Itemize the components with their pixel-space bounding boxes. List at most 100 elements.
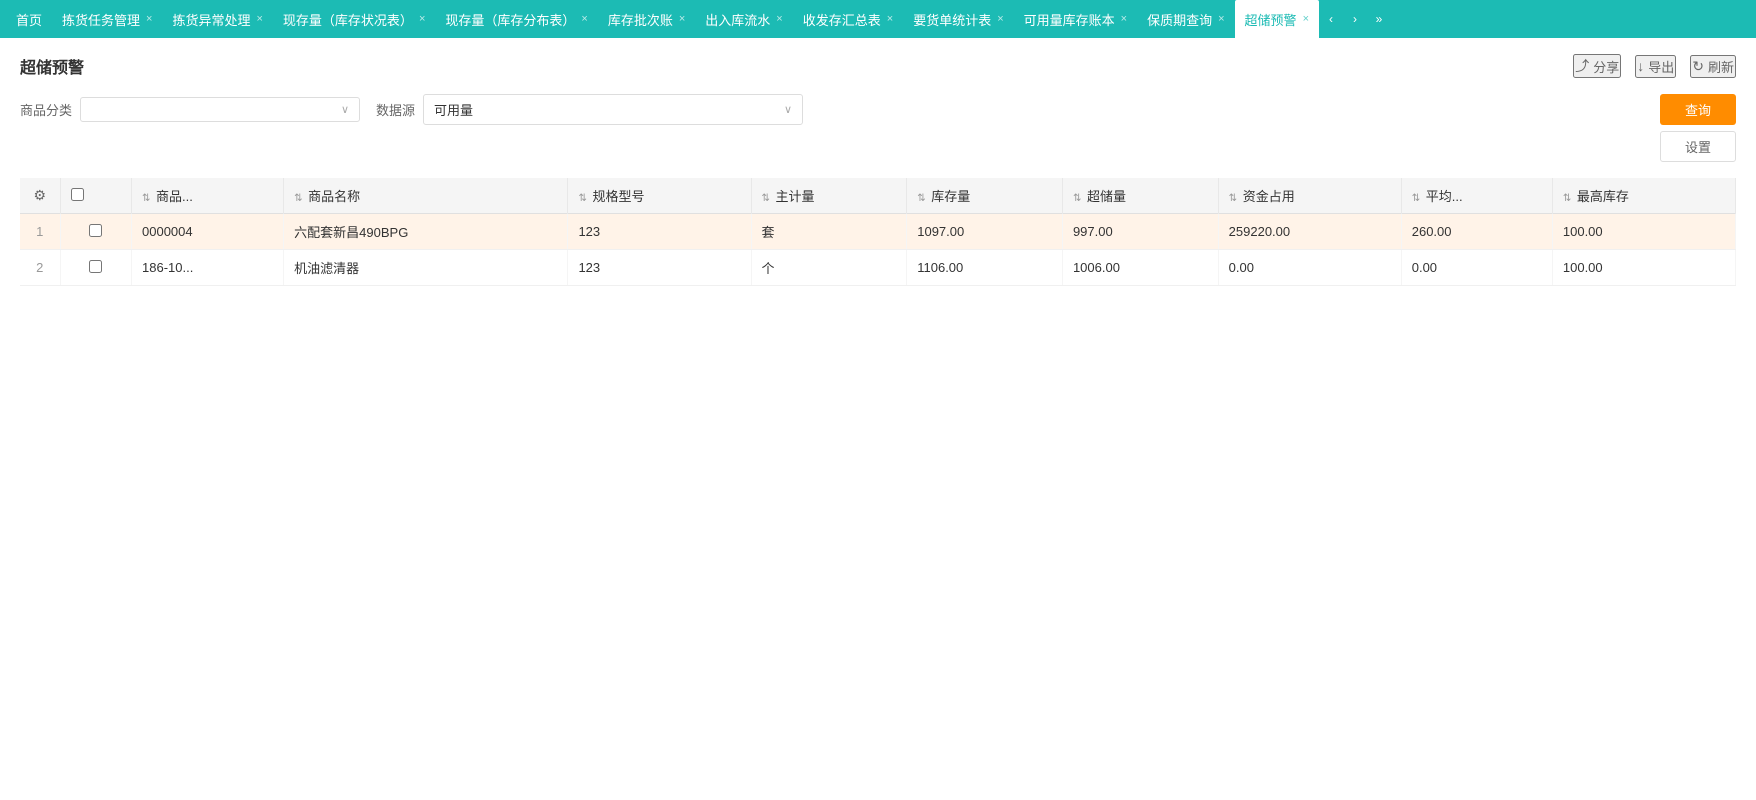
gear-button[interactable]: ⚙ (33, 187, 46, 204)
filters-row: 商品分类 ∨ 数据源 可用量 ∨ 查询 设置 (20, 94, 1736, 162)
row-checkbox-cell (60, 250, 132, 286)
data-table: ⚙ ⇅ 商品... ⇅ 商品名称 ⇅ 规格型号 ⇅ (20, 178, 1736, 286)
header-actions: ⤴ 分享 ↓ 导出 ↻ 刷新 (1573, 54, 1736, 78)
page-title: 超储预警 (20, 54, 84, 78)
sort-icon-capital: ⇅ (1229, 193, 1237, 204)
nav-pick-task[interactable]: 拣货任务管理 × (52, 0, 162, 38)
row-overflow: 997.00 (1062, 214, 1218, 250)
sort-icon-overflow: ⇅ (1073, 193, 1081, 204)
row-product-code: 0000004 (132, 214, 284, 250)
datasource-chevron-icon: ∨ (784, 103, 792, 116)
row-max-stock: 100.00 (1552, 250, 1735, 286)
col-capital[interactable]: ⇅ 资金占用 (1218, 178, 1401, 214)
table-row: 1 0000004 六配套新昌490BPG 123 套 1097.00 997.… (20, 214, 1736, 250)
row-stock: 1097.00 (907, 214, 1063, 250)
row-num: 1 (20, 214, 60, 250)
row-capital: 0.00 (1218, 250, 1401, 286)
sort-icon-max: ⇅ (1563, 193, 1571, 204)
sort-icon-avg: ⇅ (1412, 193, 1420, 204)
nav-home[interactable]: 首页 (6, 0, 52, 38)
nav-close-expiry[interactable]: × (1218, 13, 1224, 25)
col-stock[interactable]: ⇅ 库存量 (907, 178, 1063, 214)
row-product-name: 六配套新昌490BPG (284, 214, 568, 250)
sort-icon: ⇅ (142, 193, 150, 204)
category-filter-group: 商品分类 ∨ (20, 97, 360, 122)
sort-icon-stock: ⇅ (917, 193, 925, 204)
col-overflow[interactable]: ⇅ 超储量 (1062, 178, 1218, 214)
col-checkbox (60, 178, 132, 214)
datasource-select[interactable]: 可用量 ∨ (423, 94, 803, 125)
share-button[interactable]: ⤴ 分享 (1573, 54, 1621, 78)
nav-pick-exception[interactable]: 拣货异常处理 × (162, 0, 272, 38)
category-label: 商品分类 (20, 100, 72, 119)
category-chevron-icon: ∨ (341, 103, 349, 116)
row-checkbox[interactable] (89, 224, 102, 237)
nav-available-stock[interactable]: 可用量库存账本 × (1014, 0, 1137, 38)
settings-button[interactable]: 设置 (1660, 131, 1736, 162)
nav-close-batch-account[interactable]: × (679, 13, 685, 25)
nav-close-available-stock[interactable]: × (1121, 13, 1127, 25)
row-avg: 0.00 (1401, 250, 1552, 286)
top-nav: 首页 拣货任务管理 × 拣货异常处理 × 现存量（库存状况表） × 现存量（库存… (0, 0, 1756, 38)
nav-overstock[interactable]: 超储预警 × (1235, 0, 1319, 38)
export-icon: ↓ (1637, 58, 1644, 74)
col-product-name[interactable]: ⇅ 商品名称 (284, 178, 568, 214)
sort-icon-unit: ⇅ (762, 193, 770, 204)
nav-stock-status[interactable]: 现存量（库存状况表） × (273, 0, 435, 38)
nav-order-stats[interactable]: 要货单统计表 × (903, 0, 1013, 38)
query-button[interactable]: 查询 (1660, 94, 1736, 125)
col-gear: ⚙ (20, 178, 60, 214)
col-spec[interactable]: ⇅ 规格型号 (568, 178, 751, 214)
row-spec: 123 (568, 250, 751, 286)
nav-close-order-stats[interactable]: × (997, 13, 1003, 25)
nav-close-pick-task[interactable]: × (146, 13, 152, 25)
nav-close-pick-exception[interactable]: × (256, 13, 262, 25)
nav-close-stock-dist[interactable]: × (581, 13, 587, 25)
filters-left: 商品分类 ∨ 数据源 可用量 ∨ (20, 94, 1640, 125)
table-header-row: ⚙ ⇅ 商品... ⇅ 商品名称 ⇅ 规格型号 ⇅ (20, 178, 1736, 214)
nav-flow[interactable]: 出入库流水 × (695, 0, 792, 38)
datasource-label: 数据源 (376, 100, 415, 119)
nav-arrow-left[interactable]: ‹ (1319, 0, 1343, 38)
row-num: 2 (20, 250, 60, 286)
select-all-checkbox[interactable] (71, 188, 84, 201)
col-unit[interactable]: ⇅ 主计量 (751, 178, 907, 214)
page-header: 超储预警 ⤴ 分享 ↓ 导出 ↻ 刷新 (20, 54, 1736, 78)
row-product-name: 机油滤清器 (284, 250, 568, 286)
nav-expiry[interactable]: 保质期查询 × (1137, 0, 1234, 38)
nav-arrow-more[interactable]: » (1367, 0, 1391, 38)
table-row: 2 186-10... 机油滤清器 123 个 1106.00 1006.00 … (20, 250, 1736, 286)
nav-close-overstock[interactable]: × (1303, 13, 1309, 25)
sort-icon-name: ⇅ (294, 193, 302, 204)
row-capital: 259220.00 (1218, 214, 1401, 250)
category-select[interactable]: ∨ (80, 97, 360, 122)
row-product-code: 186-10... (132, 250, 284, 286)
export-button[interactable]: ↓ 导出 (1635, 55, 1676, 78)
row-unit: 个 (751, 250, 907, 286)
row-overflow: 1006.00 (1062, 250, 1218, 286)
row-unit: 套 (751, 214, 907, 250)
page-container: 超储预警 ⤴ 分享 ↓ 导出 ↻ 刷新 商品分类 ∨ (0, 38, 1756, 800)
nav-close-flow[interactable]: × (776, 13, 782, 25)
row-checkbox-cell (60, 214, 132, 250)
sort-icon-spec: ⇅ (578, 193, 586, 204)
share-icon: ⤴ (1575, 56, 1589, 76)
datasource-value: 可用量 (434, 100, 473, 119)
row-spec: 123 (568, 214, 751, 250)
refresh-icon: ↻ (1692, 58, 1704, 75)
nav-batch-account[interactable]: 库存批次账 × (598, 0, 695, 38)
row-max-stock: 100.00 (1552, 214, 1735, 250)
row-stock: 1106.00 (907, 250, 1063, 286)
nav-close-stock-status[interactable]: × (419, 13, 425, 25)
filters-right: 查询 设置 (1660, 94, 1736, 162)
row-avg: 260.00 (1401, 214, 1552, 250)
nav-arrow-right[interactable]: › (1343, 0, 1367, 38)
nav-stock-dist[interactable]: 现存量（库存分布表） × (435, 0, 597, 38)
refresh-button[interactable]: ↻ 刷新 (1690, 55, 1736, 78)
row-checkbox[interactable] (89, 260, 102, 273)
col-avg[interactable]: ⇅ 平均... (1401, 178, 1552, 214)
col-product-code[interactable]: ⇅ 商品... (132, 178, 284, 214)
col-max-stock[interactable]: ⇅ 最高库存 (1552, 178, 1735, 214)
nav-close-summary[interactable]: × (887, 13, 893, 25)
nav-summary[interactable]: 收发存汇总表 × (793, 0, 903, 38)
